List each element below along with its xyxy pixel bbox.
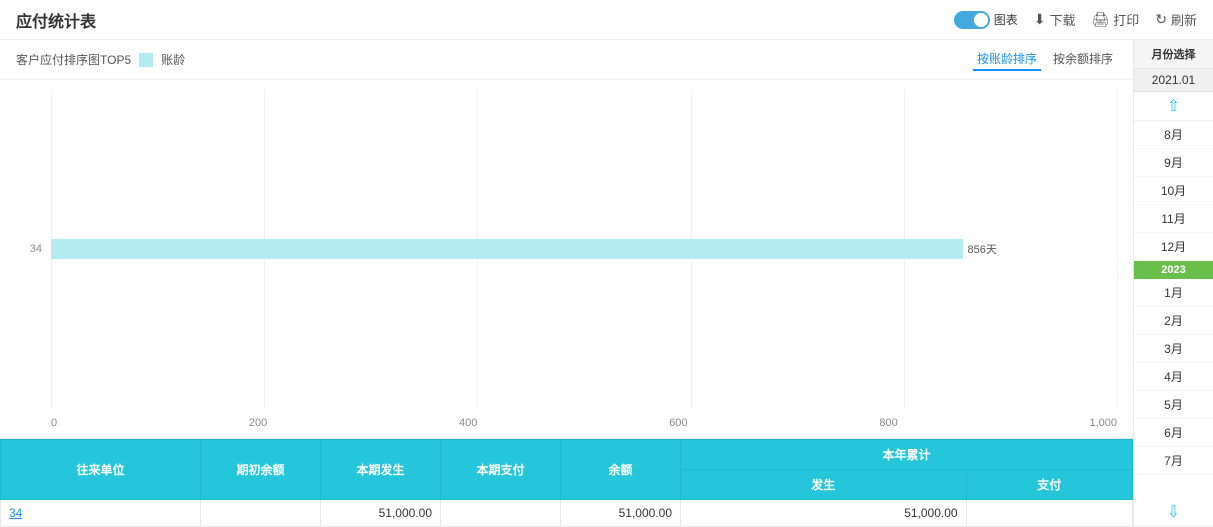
cell-opening-balance xyxy=(201,500,321,527)
th-ytd-occur: 发生 xyxy=(681,470,967,500)
header-actions: 图表 下载 打印 刷新 xyxy=(954,10,1197,29)
sidebar-item-aug[interactable]: 8月 xyxy=(1134,121,1213,149)
print-button[interactable]: 打印 xyxy=(1091,10,1139,29)
download-label: 下载 xyxy=(1049,10,1075,29)
sort-by-amount-button[interactable]: 按余额排序 xyxy=(1049,48,1117,71)
chart-draw-area: 856天 xyxy=(51,90,1117,408)
sidebar-item-jul[interactable]: 7月 xyxy=(1134,447,1213,475)
sidebar-title: 月份选择 xyxy=(1134,40,1213,69)
cell-current-pay xyxy=(441,500,561,527)
cell-current-occur: 51,000.00 xyxy=(321,500,441,527)
chart-label: 图表 xyxy=(994,11,1018,28)
sidebar-item-apr[interactable]: 4月 xyxy=(1134,363,1213,391)
bar-chart: 34 xyxy=(16,90,1117,438)
sidebar-item-nov[interactable]: 11月 xyxy=(1134,205,1213,233)
th-opening-balance: 期初余额 xyxy=(201,440,321,500)
print-icon xyxy=(1091,11,1109,28)
x-label-1000: 1,000 xyxy=(1089,417,1117,429)
chart-x-axis: 0 200 400 600 800 1,000 xyxy=(51,413,1117,438)
sidebar-item-oct[interactable]: 10月 xyxy=(1134,177,1213,205)
bar-row-0: 856天 xyxy=(51,234,1117,264)
summary-table: 往来单位 期初余额 本期发生 本期支付 余额 本年累计 发生 支付 xyxy=(0,439,1133,527)
legend-title: 客户应付排序图TOP5 xyxy=(16,51,131,68)
legend-box-icon xyxy=(139,53,153,67)
page-title: 应付统计表 xyxy=(16,8,96,32)
vendor-link[interactable]: 34 xyxy=(9,506,22,520)
th-ytd: 本年累计 xyxy=(681,440,1133,470)
cell-ytd-occur: 51,000.00 xyxy=(681,500,967,527)
bar-chart-container: 34 xyxy=(0,80,1133,438)
x-label-0: 0 xyxy=(51,417,57,429)
sidebar-scroll-up-button[interactable]: ⇧ xyxy=(1134,92,1213,121)
th-current-pay: 本期支付 xyxy=(441,440,561,500)
bar-fill-0 xyxy=(51,239,963,259)
sidebar-item-jan[interactable]: 1月 xyxy=(1134,279,1213,307)
sidebar-item-sep[interactable]: 9月 xyxy=(1134,149,1213,177)
table-wrapper: 往来单位 期初余额 本期发生 本期支付 余额 本年累计 发生 支付 xyxy=(0,439,1133,527)
chart-header: 客户应付排序图TOP5 账龄 按账龄排序 按余额排序 xyxy=(0,40,1133,80)
legend-item: 账龄 xyxy=(161,51,185,68)
print-label: 打印 xyxy=(1113,10,1139,29)
cell-ytd-pay xyxy=(966,500,1132,527)
sidebar-item-feb[interactable]: 2月 xyxy=(1134,307,1213,335)
refresh-icon xyxy=(1155,11,1167,28)
chart-toggle-group[interactable]: 图表 xyxy=(954,11,1018,29)
download-button[interactable]: 下载 xyxy=(1034,10,1076,29)
th-ytd-pay: 支付 xyxy=(966,470,1132,500)
chart-y-axis: 34 xyxy=(16,90,46,408)
refresh-label: 刷新 xyxy=(1171,10,1197,29)
bar-value-0: 856天 xyxy=(967,241,996,257)
sort-by-balance-button[interactable]: 按账龄排序 xyxy=(973,48,1041,71)
cell-vendor: 34 xyxy=(1,500,201,527)
chart-sort-group: 按账龄排序 按余额排序 xyxy=(973,48,1117,71)
sidebar-scroll-down-button[interactable]: ⇩ xyxy=(1134,498,1213,527)
y-label-34: 34 xyxy=(30,243,42,255)
x-label-600: 600 xyxy=(669,417,687,429)
sidebar-scroll: 8月 9月 10月 11月 12月 2023 1月 2月 3月 4月 5月 6月… xyxy=(1134,121,1213,498)
x-label-400: 400 xyxy=(459,417,477,429)
th-current-occur: 本期发生 xyxy=(321,440,441,500)
chart-toggle[interactable] xyxy=(954,11,990,29)
x-label-800: 800 xyxy=(879,417,897,429)
th-balance: 余额 xyxy=(561,440,681,500)
sidebar-year-2023: 2023 xyxy=(1134,261,1213,279)
sidebar-item-dec[interactable]: 12月 xyxy=(1134,233,1213,261)
table-row: 34 51,000.00 51,000.00 51,000.00 xyxy=(1,500,1133,527)
th-vendor: 往来单位 xyxy=(1,440,201,500)
table-section: 往来单位 期初余额 本期发生 本期支付 余额 本年累计 发生 支付 xyxy=(0,438,1133,527)
sidebar-item-mar[interactable]: 3月 xyxy=(1134,335,1213,363)
cell-balance: 51,000.00 xyxy=(561,500,681,527)
sidebar-item-may[interactable]: 5月 xyxy=(1134,391,1213,419)
sidebar-item-jun[interactable]: 6月 xyxy=(1134,419,1213,447)
grid-line-1000 xyxy=(1117,90,1118,408)
refresh-button[interactable]: 刷新 xyxy=(1155,10,1197,29)
x-label-200: 200 xyxy=(249,417,267,429)
sidebar-period: 2021.01 xyxy=(1134,69,1213,92)
chart-legend: 客户应付排序图TOP5 账龄 xyxy=(16,51,185,68)
sidebar: 月份选择 2021.01 ⇧ 8月 9月 10月 11月 12月 2023 1月… xyxy=(1133,40,1213,527)
download-icon xyxy=(1034,11,1046,28)
